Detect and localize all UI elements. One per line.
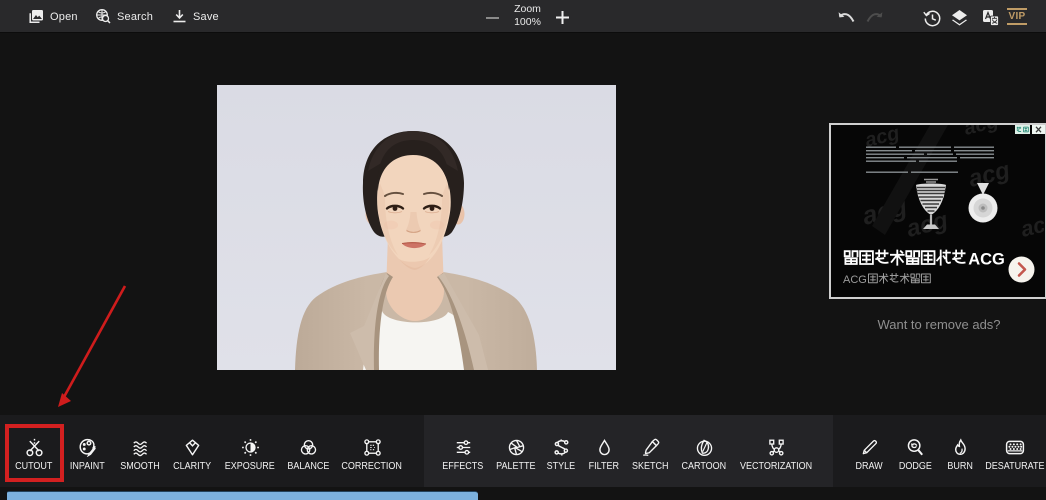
- svg-text:ACG: ACG: [843, 274, 867, 286]
- svg-text:ACG: ACG: [968, 251, 1005, 269]
